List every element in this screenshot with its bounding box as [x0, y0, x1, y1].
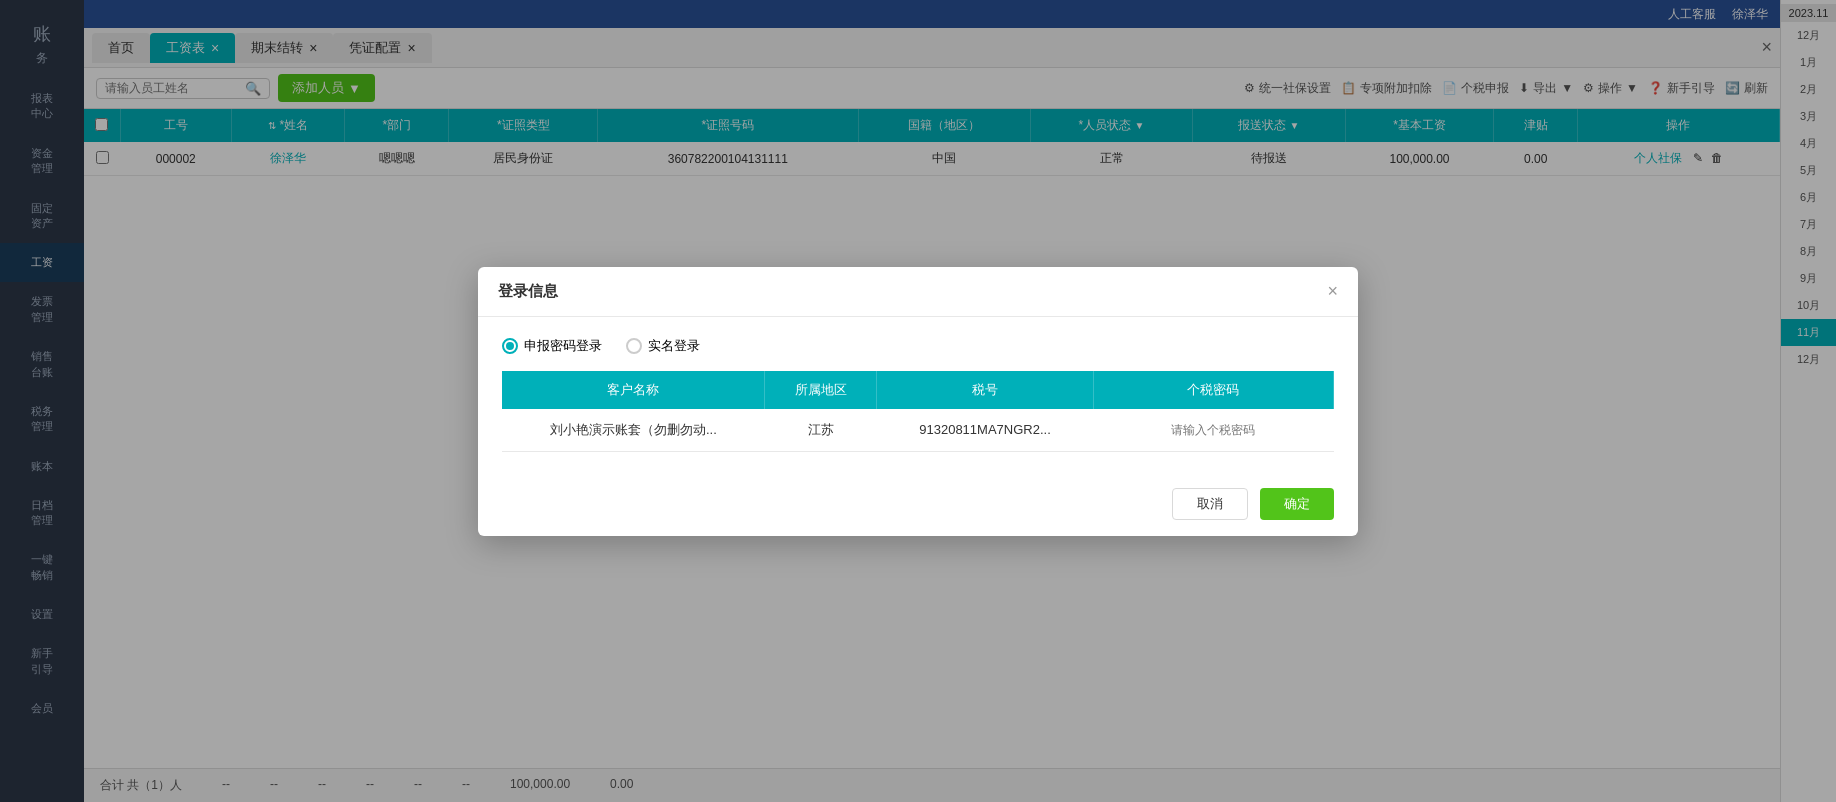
tax-password-input[interactable]	[1109, 423, 1317, 437]
app-container: 账 务 报表中心 资金管理 固定资产 工资 发票管理 销售台账 税务管理 账本 …	[0, 0, 1836, 802]
dialog-overlay: 登录信息 × 申报密码登录 实名登录	[0, 0, 1836, 802]
dialog-col-password: 个税密码	[1093, 371, 1333, 409]
dialog-login-table: 客户名称 所属地区 税号 个税密码 刘小艳演示账套（勿删勿动... 江苏 913…	[502, 371, 1334, 452]
dialog-col-region: 所属地区	[765, 371, 877, 409]
dialog-cell-taxid: 91320811MA7NGR2...	[877, 409, 1093, 452]
dialog-header: 登录信息 ×	[478, 267, 1358, 317]
confirm-button[interactable]: 确定	[1260, 488, 1334, 520]
radio-password-login[interactable]: 申报密码登录	[502, 337, 602, 355]
dialog-cell-password[interactable]	[1093, 409, 1333, 452]
radio-realname-dot	[626, 338, 642, 354]
dialog-body: 申报密码登录 实名登录 客户名称 所属地区 税号 个税密码	[478, 317, 1358, 472]
dialog-table-row: 刘小艳演示账套（勿删勿动... 江苏 91320811MA7NGR2...	[502, 409, 1334, 452]
dialog-col-taxid: 税号	[877, 371, 1093, 409]
dialog-cell-client: 刘小艳演示账套（勿删勿动...	[502, 409, 765, 452]
dialog-close-btn[interactable]: ×	[1327, 281, 1338, 302]
cancel-button[interactable]: 取消	[1172, 488, 1248, 520]
dialog-cell-region: 江苏	[765, 409, 877, 452]
login-type-radio-group: 申报密码登录 实名登录	[502, 337, 1334, 355]
login-dialog: 登录信息 × 申报密码登录 实名登录	[478, 267, 1358, 536]
radio-password-dot	[502, 338, 518, 354]
radio-realname-login[interactable]: 实名登录	[626, 337, 700, 355]
dialog-title: 登录信息	[498, 282, 558, 301]
dialog-footer: 取消 确定	[478, 472, 1358, 536]
dialog-col-client: 客户名称	[502, 371, 765, 409]
